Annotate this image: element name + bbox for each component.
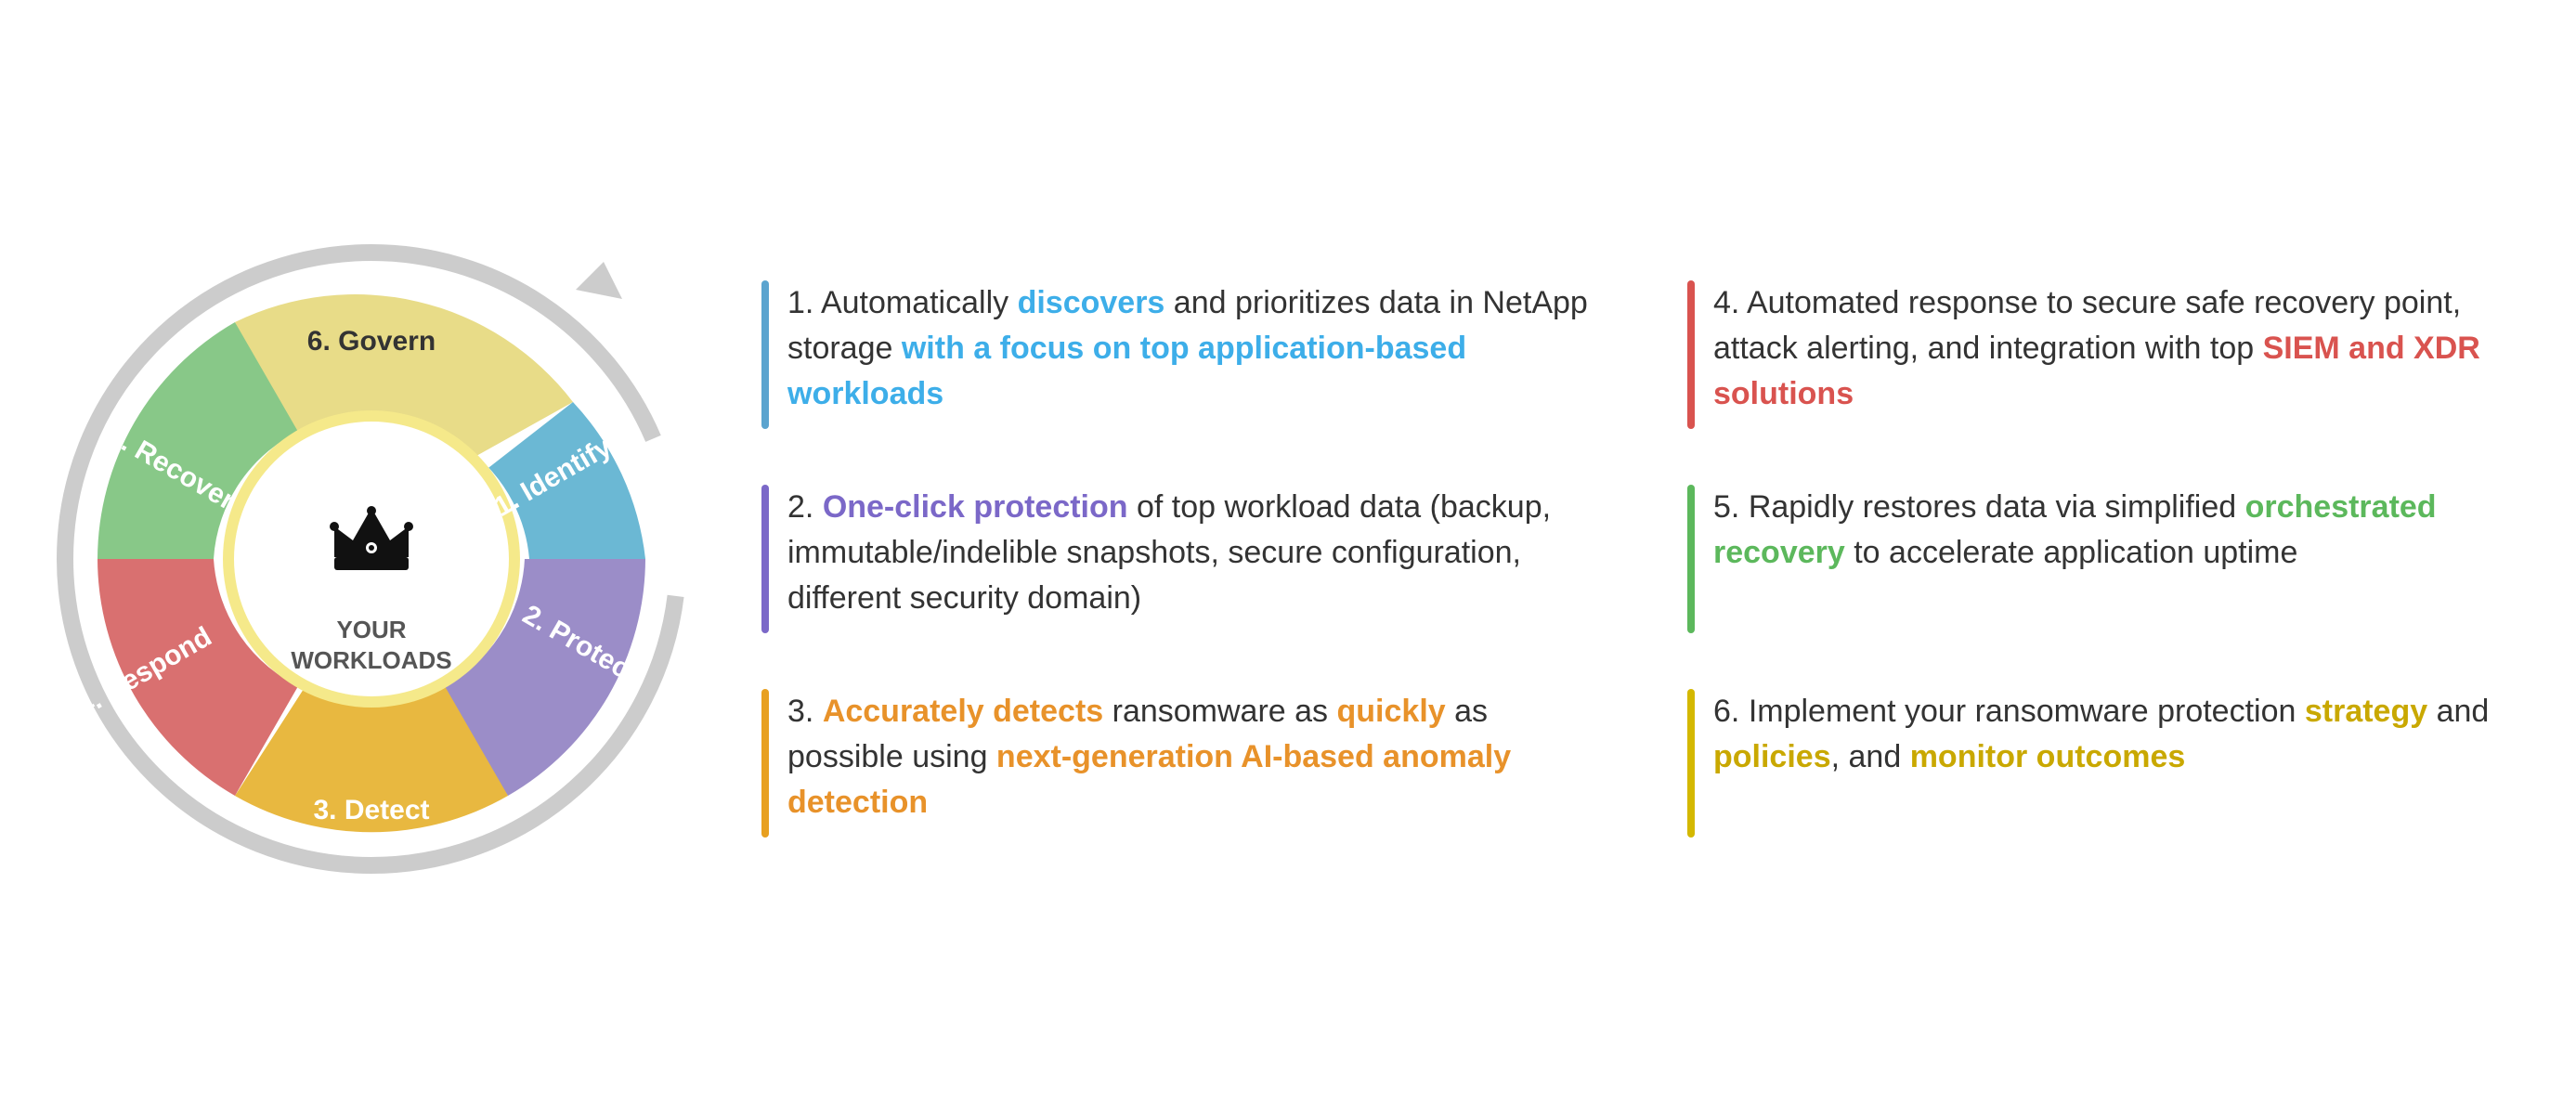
card-3-quickly: quickly: [1337, 694, 1446, 729]
card-bar-6: [1687, 689, 1695, 838]
card-body-1: 1. Automatically discovers and prioritiz…: [787, 280, 1594, 429]
svg-text:YOUR: YOUR: [336, 616, 406, 643]
card-govern: 6. Implement your ransomware protection …: [1687, 689, 2520, 838]
card-6-monitor: monitor outcomes: [1910, 739, 2186, 774]
card-bar-4: [1687, 280, 1695, 429]
cards-grid: 1. Automatically discovers and prioritiz…: [761, 280, 2520, 838]
card-body-3: 3. Accurately detects ransomware as quic…: [787, 689, 1594, 838]
card-bar-3: [761, 689, 769, 838]
card-4-number: 4.: [1713, 285, 1747, 320]
card-bar-1: [761, 280, 769, 429]
main-container: YOUR WORKLOADS 1. Identify 2. Protect 3.…: [56, 243, 2520, 875]
card-body-4: 4. Automated response to secure safe rec…: [1713, 280, 2520, 429]
card-body-5: 5. Rapidly restores data via simplified …: [1713, 485, 2520, 633]
card-recover: 5. Rapidly restores data via simplified …: [1687, 485, 2520, 633]
card-1-focus: with a focus on top application-based wo…: [787, 331, 1466, 411]
card-5-number: 5.: [1713, 489, 1749, 525]
card-3-ai: next-generation AI-based anomaly detecti…: [787, 739, 1511, 820]
card-3-detects: Accurately detects: [823, 694, 1103, 729]
card-2-oneclick: One-click protection: [823, 489, 1128, 525]
card-1-discovers: discovers: [1018, 285, 1165, 320]
card-bar-2: [761, 485, 769, 633]
svg-text:WORKLOADS: WORKLOADS: [291, 646, 451, 674]
card-identify: 1. Automatically discovers and prioritiz…: [761, 280, 1594, 429]
card-respond: 4. Automated response to secure safe rec…: [1687, 280, 2520, 429]
wheel-diagram: YOUR WORKLOADS 1. Identify 2. Protect 3.…: [56, 243, 687, 875]
card-protect: 2. One-click protection of top workload …: [761, 485, 1594, 633]
card-detect: 3. Accurately detects ransomware as quic…: [761, 689, 1594, 838]
card-body-6: 6. Implement your ransomware protection …: [1713, 689, 2520, 838]
card-6-strategy: strategy: [2305, 694, 2427, 729]
card-3-number: 3.: [787, 694, 823, 729]
card-6-policies: policies: [1713, 739, 1831, 774]
card-6-number: 6.: [1713, 694, 1749, 729]
card-body-2: 2. One-click protection of top workload …: [787, 485, 1594, 633]
card-2-number: 2.: [787, 489, 823, 525]
svg-text:6. Govern: 6. Govern: [307, 326, 436, 357]
card-4-siem: SIEM and XDR solutions: [1713, 331, 2480, 411]
card-bar-5: [1687, 485, 1695, 633]
card-5-orchestrated: orchestrated recovery: [1713, 489, 2437, 570]
card-1-number: 1.: [787, 285, 821, 320]
svg-text:3. Detect: 3. Detect: [313, 795, 429, 825]
